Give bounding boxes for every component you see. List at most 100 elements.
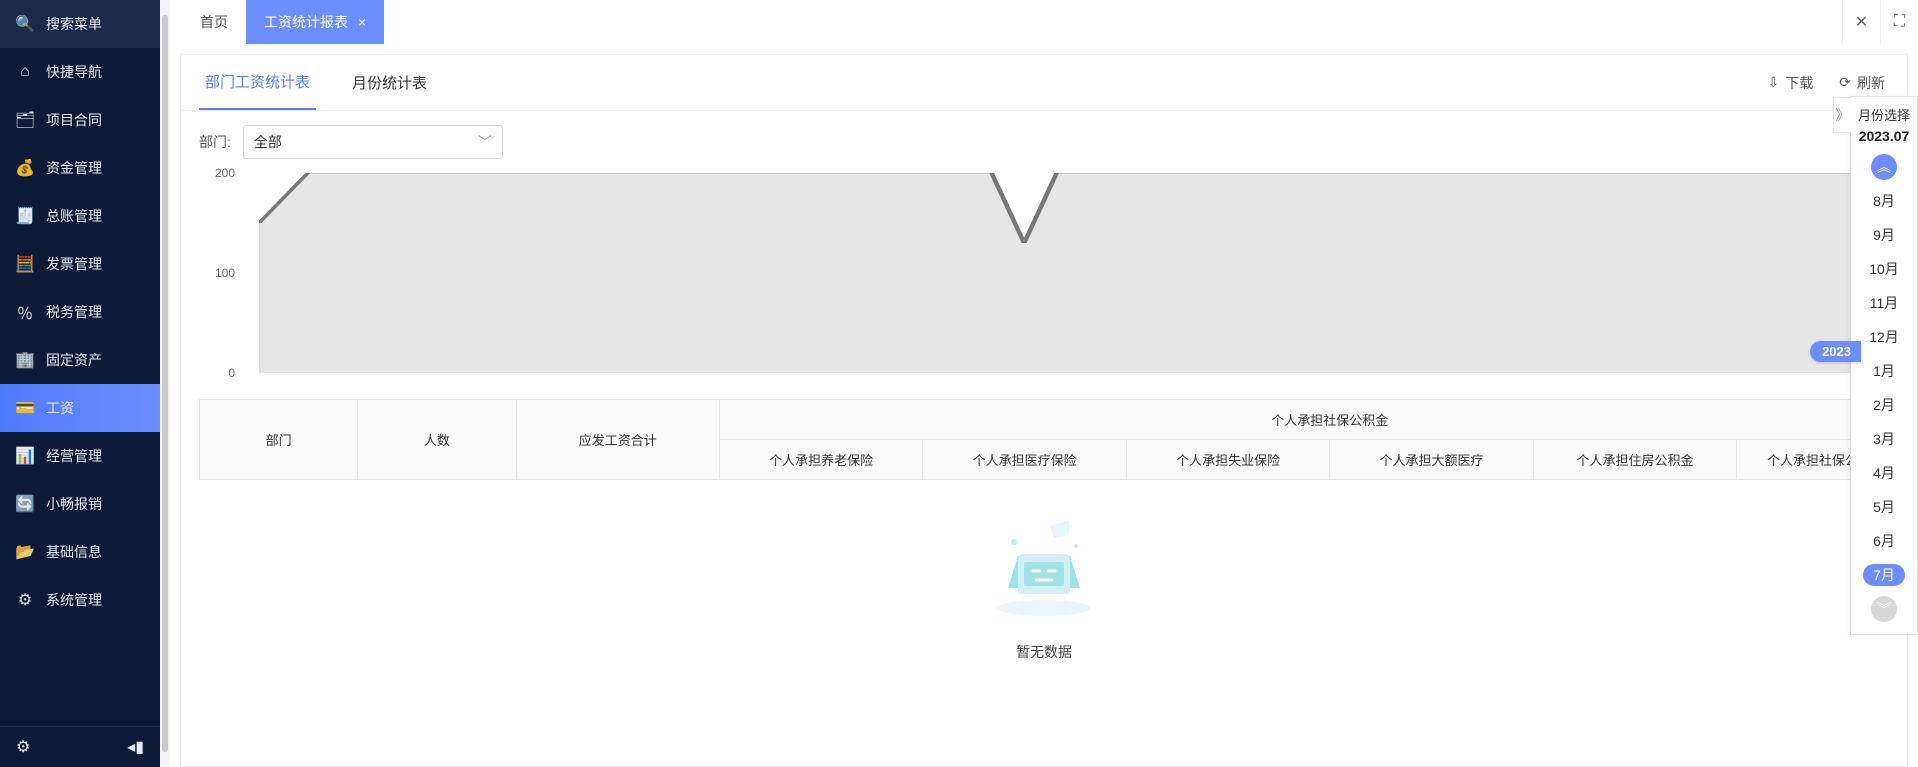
search-icon: 🔍 bbox=[16, 15, 34, 33]
month-label: 4月 bbox=[1873, 465, 1895, 481]
month-option[interactable]: 10月 bbox=[1851, 252, 1917, 286]
empty-illustration-icon bbox=[984, 508, 1104, 618]
month-label: 5月 bbox=[1873, 499, 1895, 515]
month-option[interactable]: 3月 bbox=[1851, 422, 1917, 456]
month-option[interactable]: 4月 bbox=[1851, 456, 1917, 490]
chart-plot bbox=[259, 173, 1887, 373]
month-label: 8月 bbox=[1873, 193, 1895, 209]
close-all-tabs-button[interactable]: ✕ bbox=[1842, 0, 1880, 44]
month-scroll-down[interactable]: ︾ bbox=[1871, 596, 1897, 622]
month-option[interactable]: 6月 bbox=[1851, 524, 1917, 558]
fullscreen-button[interactable]: ⛶ bbox=[1880, 0, 1918, 44]
sidebar-item-basic[interactable]: 📂 基础信息 bbox=[0, 528, 160, 576]
refresh-button[interactable]: ⟳ 刷新 bbox=[1839, 73, 1885, 93]
sidebar-item-tax[interactable]: ％ 税务管理 bbox=[0, 288, 160, 336]
sidebar-item-fund[interactable]: 💰 资金管理 bbox=[0, 144, 160, 192]
select-value: 全部 bbox=[254, 132, 282, 152]
sidebar-item-salary[interactable]: 💳 工资 bbox=[0, 384, 160, 432]
refresh-icon: ⟳ bbox=[1839, 74, 1851, 91]
sidebar-item-ledger[interactable]: 🧾 总账管理 bbox=[0, 192, 160, 240]
money-icon: 💰 bbox=[16, 159, 34, 177]
tool-label: 下载 bbox=[1785, 73, 1813, 93]
collapse-icon: ◂▮ bbox=[127, 739, 144, 756]
col-personal-pension: 个人承担养老保险 bbox=[719, 440, 922, 480]
month-label: 11月 bbox=[1870, 295, 1899, 311]
sidebar-item-label: 系统管理 bbox=[46, 590, 102, 610]
month-label: 2月 bbox=[1873, 397, 1895, 413]
tab-label: 首页 bbox=[200, 12, 228, 32]
chevron-up-double-icon: ︽ bbox=[1877, 157, 1891, 177]
area-chart-svg bbox=[259, 173, 1887, 373]
ledger-icon: 🧾 bbox=[16, 207, 34, 225]
tab-salary-report[interactable]: 工资统计报表 × bbox=[246, 0, 384, 44]
col-personal-housing: 个人承担住房公积金 bbox=[1533, 440, 1736, 480]
close-icon[interactable]: × bbox=[358, 14, 366, 30]
folder-icon: 🗂 bbox=[16, 111, 34, 129]
sidebar-item-label: 经营管理 bbox=[46, 446, 102, 466]
sidebar-item-reimburse[interactable]: 🔄 小畅报销 bbox=[0, 480, 160, 528]
download-button[interactable]: ⇩ 下载 bbox=[1768, 73, 1814, 93]
filter-label-dept: 部门: bbox=[199, 132, 231, 152]
tab-home[interactable]: 首页 bbox=[182, 0, 246, 44]
sidebar-item-project-contract[interactable]: 🗂 项目合同 bbox=[0, 96, 160, 144]
gear-icon: ⚙ bbox=[16, 739, 30, 756]
month-label: 1月 bbox=[1873, 363, 1895, 379]
month-option[interactable]: 2月 bbox=[1851, 388, 1917, 422]
month-panel-title: 月份选择 bbox=[1851, 97, 1917, 124]
tab-label: 工资统计报表 bbox=[264, 12, 348, 32]
card-icon: 💳 bbox=[16, 399, 34, 417]
table-wrap[interactable]: 部门 人数 应发工资合计 个人承担社保公积金 公司承担 个人承担养老保险 个人承… bbox=[199, 399, 1889, 762]
sidebar-item-search-menu[interactable]: 🔍 搜索菜单 bbox=[0, 0, 160, 48]
toolbar: ⇩ 下载 ⟳ 刷新 bbox=[1768, 73, 1907, 93]
content-tab-month-stats[interactable]: 月份统计表 bbox=[346, 55, 433, 110]
month-option-selected[interactable]: 7月 bbox=[1851, 558, 1917, 592]
close-icon: ✕ bbox=[1855, 12, 1868, 32]
sidebar-item-system[interactable]: ⚙ 系统管理 bbox=[0, 576, 160, 624]
year-pill: 2023 bbox=[1810, 341, 1861, 362]
sidebar-footer: ⚙ ◂▮ bbox=[0, 726, 160, 767]
sidebar-item-quicknav[interactable]: ⌂ 快捷导航 bbox=[0, 48, 160, 96]
settings-button[interactable]: ⚙ bbox=[16, 737, 30, 757]
col-personal-medical: 个人承担医疗保险 bbox=[923, 440, 1126, 480]
invoice-icon: 🧮 bbox=[16, 255, 34, 273]
building-icon: 🏢 bbox=[16, 351, 34, 369]
sidebar-item-label: 快捷导航 bbox=[46, 62, 102, 82]
collapse-sidebar-button[interactable]: ◂▮ bbox=[127, 737, 144, 757]
month-label: 3月 bbox=[1873, 431, 1895, 447]
cycle-icon: 🔄 bbox=[16, 495, 34, 513]
sidebar-item-fixed-asset[interactable]: 🏢 固定资产 bbox=[0, 336, 160, 384]
month-scroll-up[interactable]: ︽ bbox=[1871, 154, 1897, 180]
sidebar-item-label: 小畅报销 bbox=[46, 494, 102, 514]
sync-icon: ⚙ bbox=[16, 591, 34, 609]
tool-label: 刷新 bbox=[1857, 73, 1885, 93]
month-option[interactable]: 9月 bbox=[1851, 218, 1917, 252]
month-option[interactable]: 11月 bbox=[1851, 286, 1917, 320]
salary-table: 部门 人数 应发工资合计 个人承担社保公积金 公司承担 个人承担养老保险 个人承… bbox=[199, 399, 1889, 480]
sidebar-scrollbar[interactable] bbox=[160, 0, 170, 767]
percent-icon: ％ bbox=[16, 303, 34, 321]
col-payable: 应发工资合计 bbox=[516, 400, 719, 480]
sidebar-item-label: 税务管理 bbox=[46, 302, 102, 322]
sidebar-item-invoice[interactable]: 🧮 发票管理 bbox=[0, 240, 160, 288]
content-tab-dept-stats[interactable]: 部门工资统计表 bbox=[199, 55, 316, 110]
dept-select[interactable]: 全部 ﹀ bbox=[243, 125, 503, 159]
sidebar: 🔍 搜索菜单 ⌂ 快捷导航 🗂 项目合同 💰 资金管理 🧾 总账管理 🧮 发票管… bbox=[0, 0, 160, 767]
month-label: 10月 bbox=[1869, 261, 1899, 277]
sidebar-item-business[interactable]: 📊 经营管理 bbox=[0, 432, 160, 480]
month-label: 9月 bbox=[1873, 227, 1895, 243]
month-label: 7月 bbox=[1863, 564, 1905, 586]
sidebar-item-label: 基础信息 bbox=[46, 542, 102, 562]
archive-icon: 📂 bbox=[16, 543, 34, 561]
chart-icon: 📊 bbox=[16, 447, 34, 465]
col-personal-unemploy: 个人承担失业保险 bbox=[1126, 440, 1329, 480]
sidebar-item-label: 总账管理 bbox=[46, 206, 102, 226]
sidebar-item-label: 资金管理 bbox=[46, 158, 102, 178]
month-option[interactable]: 5月 bbox=[1851, 490, 1917, 524]
month-panel-toggle[interactable]: 》 bbox=[1833, 97, 1851, 133]
chevron-down-icon: ﹀ bbox=[478, 132, 492, 152]
tab-bar: 首页 工资统计报表 × ✕ ⛶ bbox=[170, 0, 1918, 44]
month-option[interactable]: 8月 bbox=[1851, 184, 1917, 218]
filter-bar: 部门: 全部 ﹀ bbox=[181, 111, 1907, 173]
sidebar-item-label: 固定资产 bbox=[46, 350, 102, 370]
sidebar-item-label: 搜索菜单 bbox=[46, 14, 102, 34]
